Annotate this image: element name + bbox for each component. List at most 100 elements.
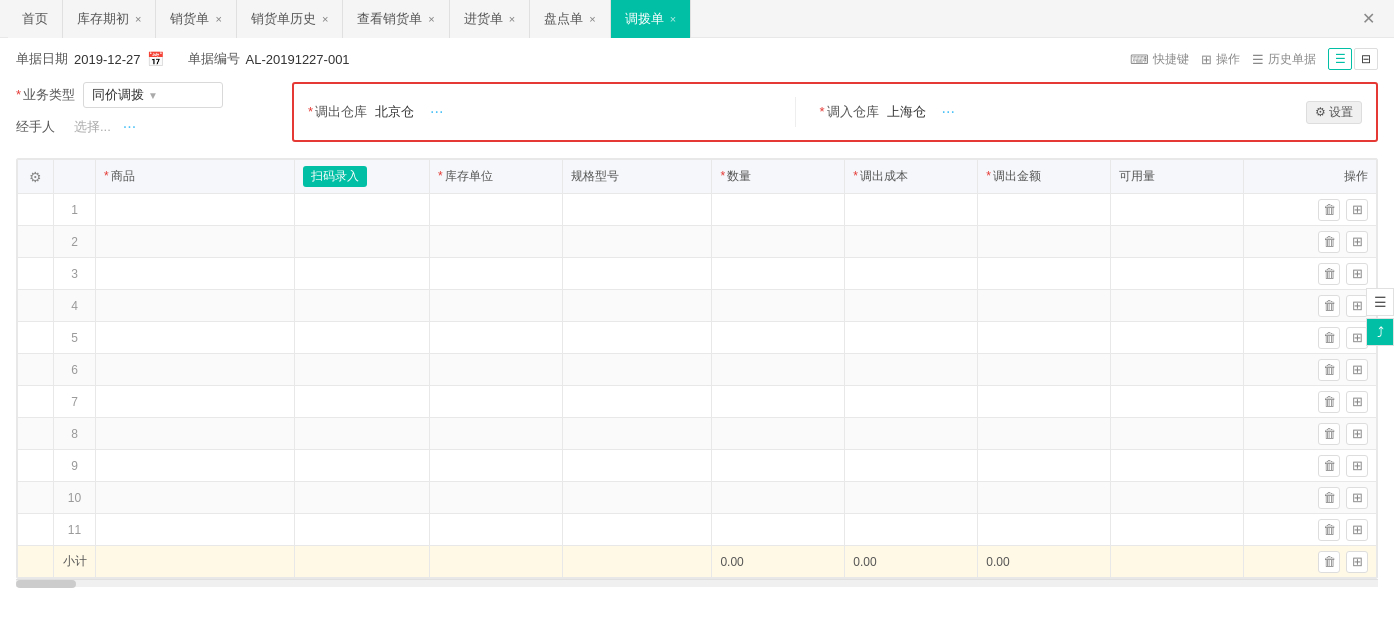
history-action[interactable]: ☰ 历史单据 (1252, 51, 1316, 68)
row-spec-cell[interactable] (562, 482, 712, 514)
warehouse-in-more-icon[interactable]: ··· (942, 103, 955, 121)
copy-row-icon[interactable]: ⊞ (1346, 295, 1368, 317)
tab-stocktake[interactable]: 盘点单 × (530, 0, 610, 38)
row-cost-cell[interactable] (845, 290, 978, 322)
row-product-cell[interactable] (96, 418, 295, 450)
copy-row-icon[interactable]: ⊞ (1346, 519, 1368, 541)
tab-transfer[interactable]: 调拨单 × (611, 0, 691, 38)
copy-row-icon[interactable]: ⊞ (1346, 327, 1368, 349)
row-cost-cell[interactable] (845, 354, 978, 386)
close-tab-7[interactable]: × (670, 13, 676, 25)
row-unit-cell[interactable] (429, 322, 562, 354)
row-spec-cell[interactable] (562, 322, 712, 354)
row-qty-cell[interactable] (712, 450, 845, 482)
row-amount-cell[interactable] (978, 226, 1111, 258)
close-tab-4[interactable]: × (428, 13, 434, 25)
horizontal-scrollbar[interactable] (16, 579, 1378, 587)
grid-view-btn[interactable]: ⊟ (1354, 48, 1378, 70)
business-type-select[interactable]: 同价调拨 ▼ (83, 82, 223, 108)
row-spec-cell[interactable] (562, 258, 712, 290)
close-tab-6[interactable]: × (589, 13, 595, 25)
row-cost-cell[interactable] (845, 386, 978, 418)
settings-button[interactable]: ⚙ 设置 (1306, 101, 1362, 124)
calendar-icon[interactable]: 📅 (147, 51, 164, 67)
tab-purchase[interactable]: 进货单 × (450, 0, 530, 38)
tab-sales-history[interactable]: 销货单历史 × (237, 0, 343, 38)
row-unit-cell[interactable] (429, 290, 562, 322)
row-spec-cell[interactable] (562, 194, 712, 226)
row-unit-cell[interactable] (429, 450, 562, 482)
side-export-button[interactable]: ⤴ (1366, 318, 1394, 346)
row-amount-cell[interactable] (978, 354, 1111, 386)
row-product-cell[interactable] (96, 482, 295, 514)
row-cost-cell[interactable] (845, 418, 978, 450)
row-unit-cell[interactable] (429, 226, 562, 258)
row-spec-cell[interactable] (562, 226, 712, 258)
copy-row-icon[interactable]: ⊞ (1346, 359, 1368, 381)
subtotal-copy-icon[interactable]: ⊞ (1346, 551, 1368, 573)
row-unit-cell[interactable] (429, 354, 562, 386)
warehouse-out-more-icon[interactable]: ··· (430, 103, 443, 121)
subtotal-delete-icon[interactable]: 🗑 (1318, 551, 1340, 573)
row-product-cell[interactable] (96, 258, 295, 290)
row-qty-cell[interactable] (712, 194, 845, 226)
delete-row-icon[interactable]: 🗑 (1318, 455, 1340, 477)
tab-view-sales[interactable]: 查看销货单 × (343, 0, 449, 38)
person-select[interactable]: 选择... (74, 118, 111, 136)
delete-row-icon[interactable]: 🗑 (1318, 391, 1340, 413)
row-qty-cell[interactable] (712, 226, 845, 258)
row-cost-cell[interactable] (845, 482, 978, 514)
row-amount-cell[interactable] (978, 290, 1111, 322)
row-unit-cell[interactable] (429, 514, 562, 546)
row-qty-cell[interactable] (712, 482, 845, 514)
copy-row-icon[interactable]: ⊞ (1346, 231, 1368, 253)
delete-row-icon[interactable]: 🗑 (1318, 199, 1340, 221)
row-spec-cell[interactable] (562, 418, 712, 450)
row-cost-cell[interactable] (845, 194, 978, 226)
row-amount-cell[interactable] (978, 418, 1111, 450)
row-product-cell[interactable] (96, 514, 295, 546)
tab-sales[interactable]: 销货单 × (156, 0, 236, 38)
row-spec-cell[interactable] (562, 354, 712, 386)
delete-row-icon[interactable]: 🗑 (1318, 519, 1340, 541)
row-unit-cell[interactable] (429, 194, 562, 226)
row-cost-cell[interactable] (845, 450, 978, 482)
delete-row-icon[interactable]: 🗑 (1318, 295, 1340, 317)
row-cost-cell[interactable] (845, 226, 978, 258)
row-qty-cell[interactable] (712, 322, 845, 354)
copy-row-icon[interactable]: ⊞ (1346, 423, 1368, 445)
row-amount-cell[interactable] (978, 450, 1111, 482)
row-qty-cell[interactable] (712, 386, 845, 418)
row-spec-cell[interactable] (562, 514, 712, 546)
person-more-icon[interactable]: ··· (123, 118, 136, 136)
row-product-cell[interactable] (96, 194, 295, 226)
tab-home[interactable]: 首页 (8, 0, 63, 38)
row-qty-cell[interactable] (712, 290, 845, 322)
row-cost-cell[interactable] (845, 322, 978, 354)
row-spec-cell[interactable] (562, 450, 712, 482)
copy-row-icon[interactable]: ⊞ (1346, 487, 1368, 509)
row-amount-cell[interactable] (978, 322, 1111, 354)
copy-row-icon[interactable]: ⊞ (1346, 263, 1368, 285)
row-qty-cell[interactable] (712, 354, 845, 386)
close-tab-2[interactable]: × (215, 13, 221, 25)
copy-row-icon[interactable]: ⊞ (1346, 391, 1368, 413)
row-product-cell[interactable] (96, 322, 295, 354)
row-product-cell[interactable] (96, 386, 295, 418)
close-tab-5[interactable]: × (509, 13, 515, 25)
tab-inventory-init[interactable]: 库存期初 × (63, 0, 156, 38)
copy-row-icon[interactable]: ⊞ (1346, 455, 1368, 477)
list-view-btn[interactable]: ☰ (1328, 48, 1352, 70)
row-product-cell[interactable] (96, 450, 295, 482)
scan-input-button[interactable]: 扫码录入 (303, 166, 367, 187)
close-tab-1[interactable]: × (135, 13, 141, 25)
row-qty-cell[interactable] (712, 418, 845, 450)
side-list-button[interactable]: ☰ (1366, 288, 1394, 316)
row-spec-cell[interactable] (562, 386, 712, 418)
delete-row-icon[interactable]: 🗑 (1318, 231, 1340, 253)
close-tab-3[interactable]: × (322, 13, 328, 25)
row-product-cell[interactable] (96, 290, 295, 322)
col-settings[interactable]: ⚙ (18, 160, 54, 194)
delete-row-icon[interactable]: 🗑 (1318, 327, 1340, 349)
row-amount-cell[interactable] (978, 258, 1111, 290)
